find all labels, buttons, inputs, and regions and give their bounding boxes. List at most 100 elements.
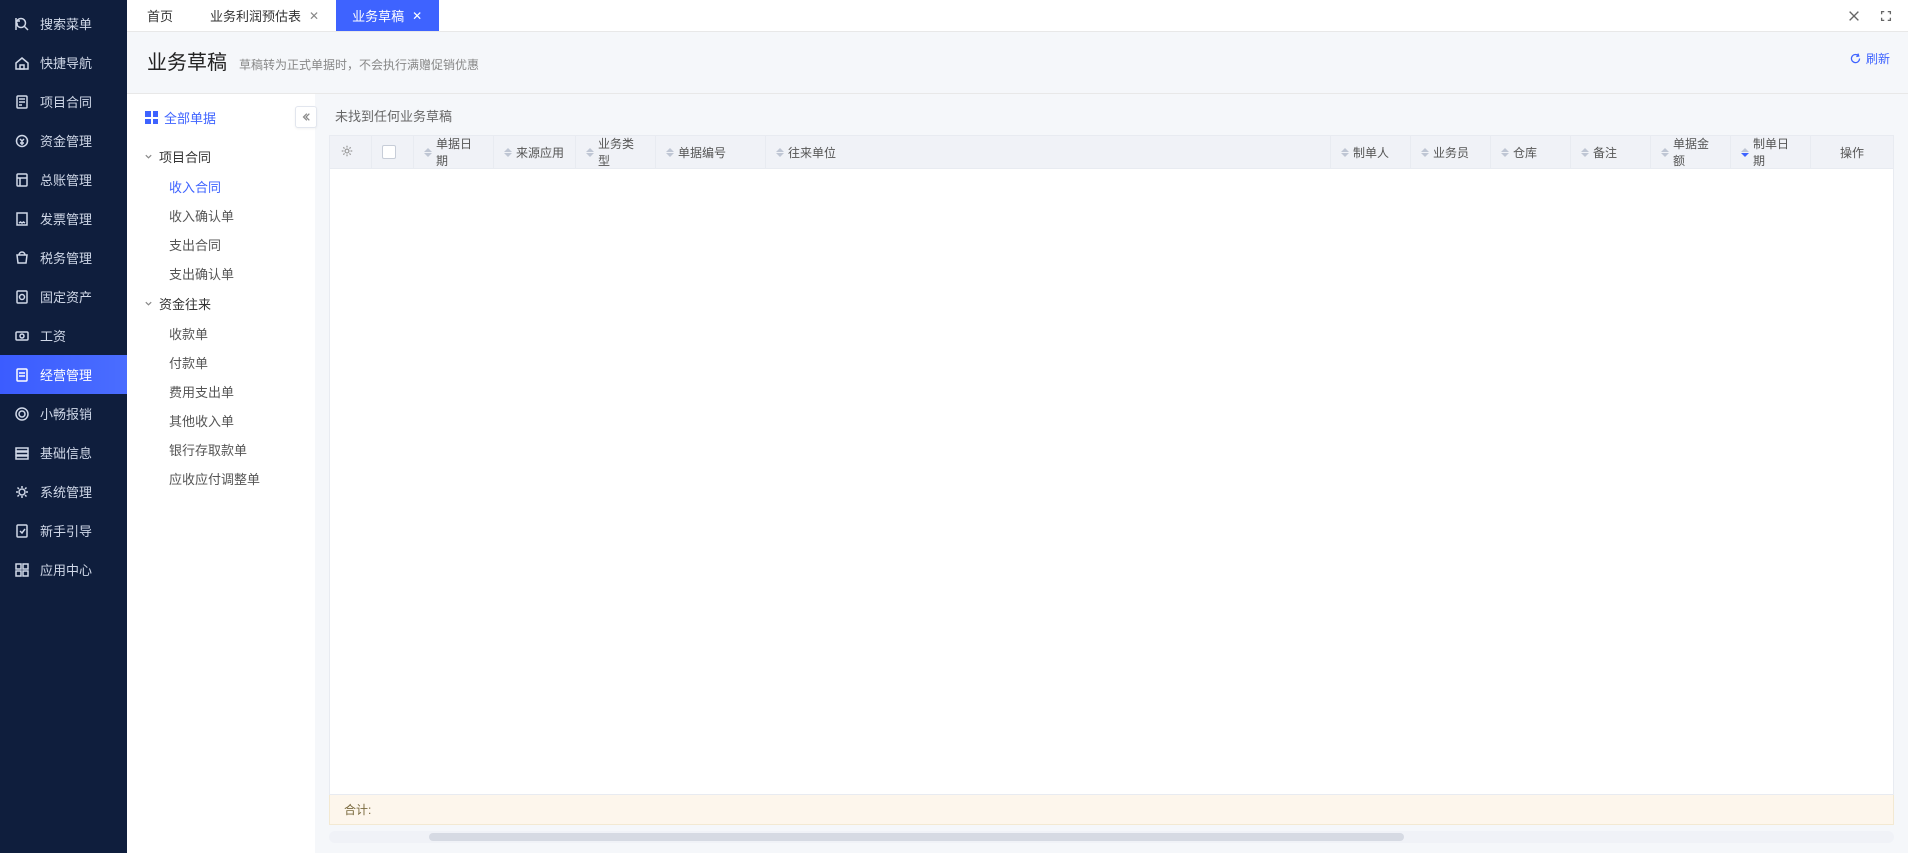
top-right-controls (1842, 0, 1908, 32)
filter-item-0-3[interactable]: 支出确认单 (139, 259, 305, 288)
column-ops: 操作 (1811, 136, 1893, 168)
table-body (329, 169, 1894, 795)
column-mdate[interactable]: 制单日期 (1731, 136, 1811, 168)
salary-icon (14, 328, 30, 344)
sidebar-item-asset[interactable]: 固定资产 (0, 277, 127, 316)
sidebar-item-label: 系统管理 (40, 482, 92, 501)
sort-icon[interactable] (776, 148, 784, 157)
sidebar-item-biz[interactable]: 经营管理 (0, 355, 127, 394)
sidebar-item-label: 搜索菜单 (40, 14, 92, 33)
close-icon[interactable]: ✕ (412, 9, 422, 23)
search-icon (14, 16, 30, 32)
column-maker[interactable]: 制单人 (1331, 136, 1411, 168)
tab-label: 业务草稿 (352, 6, 404, 25)
sidebar-item-tax[interactable]: 税务管理 (0, 238, 127, 277)
column-label: 业务员 (1433, 144, 1469, 161)
biz-icon (14, 367, 30, 383)
sidebar-item-label: 总账管理 (40, 170, 92, 189)
select-all-checkbox[interactable] (382, 145, 396, 159)
filter-group-1[interactable]: 资金往来 (139, 288, 305, 319)
sidebar-item-apps[interactable]: 应用中心 (0, 550, 127, 589)
column-label: 仓库 (1513, 144, 1537, 161)
filter-item-1-5[interactable]: 应收应付调整单 (139, 464, 305, 493)
sort-icon[interactable] (1581, 148, 1589, 157)
filter-item-1-0[interactable]: 收款单 (139, 319, 305, 348)
filter-panel: 全部单据 项目合同收入合同收入确认单支出合同支出确认单资金往来收款单付款单费用支… (127, 94, 315, 853)
sidebar-item-label: 固定资产 (40, 287, 92, 306)
filter-item-0-0[interactable]: 收入合同 (139, 172, 305, 201)
column-biztype[interactable]: 业务类型 (576, 136, 656, 168)
column-label: 制单日期 (1753, 135, 1800, 169)
sidebar-item-salary[interactable]: 工资 (0, 316, 127, 355)
filter-item-0-1[interactable]: 收入确认单 (139, 201, 305, 230)
column-src[interactable]: 来源应用 (494, 136, 576, 168)
sidebar-item-fund[interactable]: 资金管理 (0, 121, 127, 160)
sort-icon[interactable] (504, 148, 512, 157)
sidebar-item-search[interactable]: 搜索菜单 (0, 4, 127, 43)
sidebar-item-label: 应用中心 (40, 560, 92, 579)
sidebar-item-invoice[interactable]: 发票管理 (0, 199, 127, 238)
column-wh[interactable]: 仓库 (1491, 136, 1571, 168)
column-amt[interactable]: 单据金额 (1651, 136, 1731, 168)
sort-icon[interactable] (1341, 148, 1349, 157)
column-label: 备注 (1593, 144, 1617, 161)
sort-icon[interactable] (1501, 148, 1509, 157)
sort-icon[interactable] (1421, 148, 1429, 157)
fullscreen-button[interactable] (1874, 4, 1898, 28)
tab-1[interactable]: 业务利润预估表✕ (194, 0, 336, 31)
table-area: 未找到任何业务草稿 单据日期来源应用业务类型单据编号往来单位制单人 业务员 仓库 备注… (315, 94, 1908, 853)
close-all-button[interactable] (1842, 4, 1866, 28)
sidebar-item-guide[interactable]: 新手引导 (0, 511, 127, 550)
column-party[interactable]: 往来单位 (766, 136, 1331, 168)
page-title: 业务草稿 (147, 46, 227, 75)
column-sales[interactable]: 业务员 (1411, 136, 1491, 168)
grid-icon (145, 111, 158, 124)
column-num[interactable]: 单据编号 (656, 136, 766, 168)
sidebar-item-label: 小畅报销 (40, 404, 92, 423)
filter-item-1-1[interactable]: 付款单 (139, 348, 305, 377)
column-date[interactable]: 单据日期 (414, 136, 494, 168)
column-label: 业务类型 (598, 135, 645, 169)
base-icon (14, 445, 30, 461)
apps-icon (14, 562, 30, 578)
sidebar-item-base[interactable]: 基础信息 (0, 433, 127, 472)
sidebar-item-label: 工资 (40, 326, 66, 345)
collapse-filter-button[interactable] (295, 106, 317, 128)
sort-icon[interactable] (1661, 148, 1669, 157)
column-gear[interactable] (330, 136, 372, 168)
sort-icon[interactable] (666, 148, 674, 157)
sort-icon[interactable] (1741, 148, 1749, 157)
tab-label: 首页 (147, 6, 173, 25)
sidebar-item-ledger[interactable]: 总账管理 (0, 160, 127, 199)
filter-item-0-2[interactable]: 支出合同 (139, 230, 305, 259)
gear-icon[interactable] (340, 144, 354, 161)
tab-0[interactable]: 首页 (127, 0, 194, 31)
chevron-down-icon (143, 152, 153, 162)
close-icon[interactable]: ✕ (309, 9, 319, 23)
sort-icon[interactable] (424, 148, 432, 157)
scrollbar-thumb[interactable] (429, 833, 1404, 841)
sidebar-item-contract[interactable]: 项目合同 (0, 82, 127, 121)
filter-all-docs[interactable]: 全部单据 (139, 108, 305, 127)
column-note[interactable]: 备注 (1571, 136, 1651, 168)
empty-message: 未找到任何业务草稿 (329, 106, 1894, 135)
column-label: 操作 (1840, 144, 1864, 161)
tab-2[interactable]: 业务草稿 ✕ (336, 0, 439, 31)
horizontal-scrollbar[interactable] (329, 831, 1894, 843)
totals-row: 合计: (329, 795, 1894, 825)
tabs-bar: 首页 业务利润预估表✕ 业务草稿 ✕ (127, 0, 1908, 32)
filter-item-1-4[interactable]: 银行存取款单 (139, 435, 305, 464)
filter-group-0[interactable]: 项目合同 (139, 141, 305, 172)
filter-item-1-3[interactable]: 其他收入单 (139, 406, 305, 435)
sidebar-item-label: 资金管理 (40, 131, 92, 150)
sidebar-item-home[interactable]: 快捷导航 (0, 43, 127, 82)
filter-item-1-2[interactable]: 费用支出单 (139, 377, 305, 406)
column-check[interactable] (372, 136, 414, 168)
invoice-icon (14, 211, 30, 227)
sidebar-item-expense[interactable]: 小畅报销 (0, 394, 127, 433)
guide-icon (14, 523, 30, 539)
sidebar-item-label: 快捷导航 (40, 53, 92, 72)
sort-icon[interactable] (586, 148, 594, 157)
sidebar-item-system[interactable]: 系统管理 (0, 472, 127, 511)
refresh-button[interactable]: 刷新 (1849, 50, 1890, 67)
